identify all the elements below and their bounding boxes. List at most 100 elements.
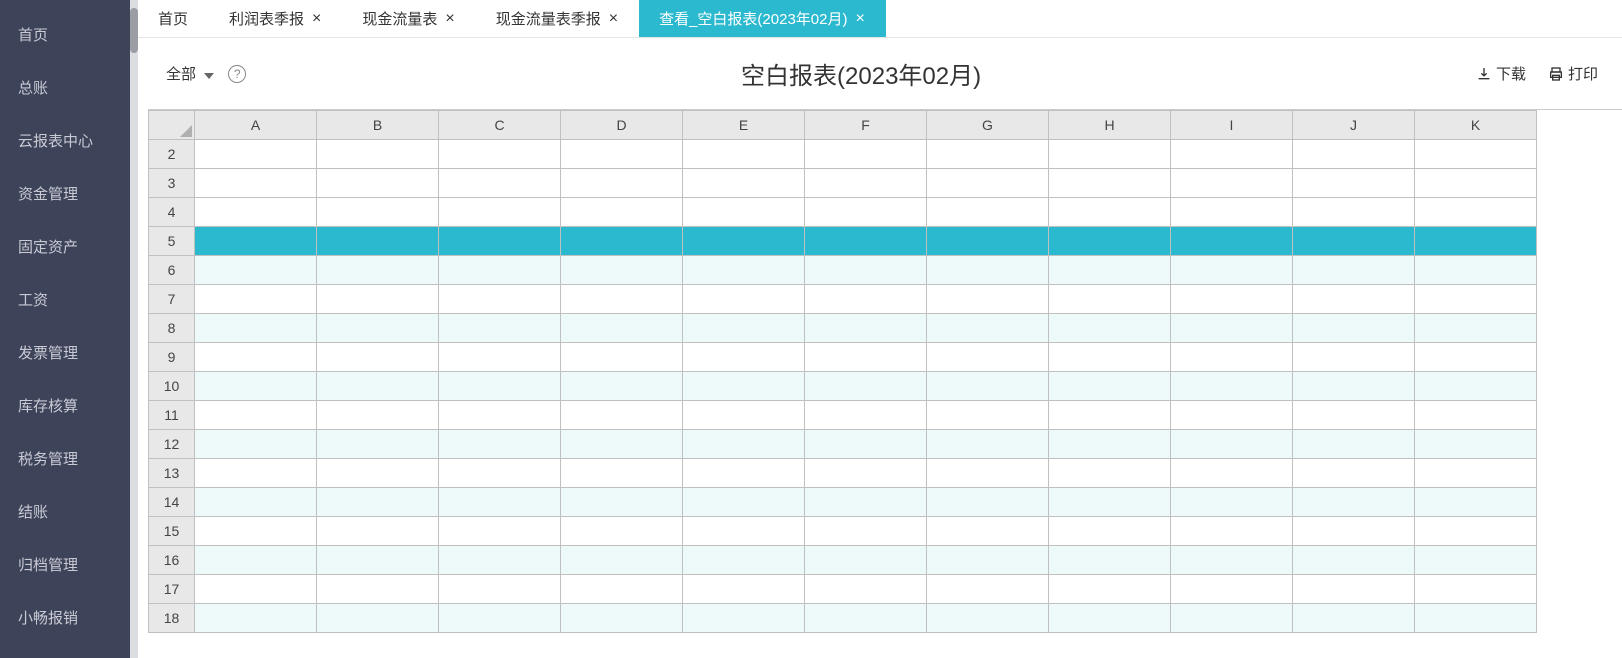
cell-E3[interactable] — [683, 169, 805, 198]
cell-I17[interactable] — [1171, 575, 1293, 604]
cell-A11[interactable] — [195, 401, 317, 430]
cell-G14[interactable] — [927, 488, 1049, 517]
cell-E2[interactable] — [683, 140, 805, 169]
cell-F11[interactable] — [805, 401, 927, 430]
column-header-K[interactable]: K — [1415, 111, 1537, 140]
cell-D7[interactable] — [561, 285, 683, 314]
cell-G2[interactable] — [927, 140, 1049, 169]
column-header-E[interactable]: E — [683, 111, 805, 140]
cell-K14[interactable] — [1415, 488, 1537, 517]
cell-D10[interactable] — [561, 372, 683, 401]
close-icon[interactable]: × — [609, 11, 618, 27]
cell-G10[interactable] — [927, 372, 1049, 401]
cell-B18[interactable] — [317, 604, 439, 633]
cell-H9[interactable] — [1049, 343, 1171, 372]
cell-H15[interactable] — [1049, 517, 1171, 546]
cell-J12[interactable] — [1293, 430, 1415, 459]
cell-B6[interactable] — [317, 256, 439, 285]
cell-D18[interactable] — [561, 604, 683, 633]
cell-B16[interactable] — [317, 546, 439, 575]
cell-B5[interactable] — [317, 227, 439, 256]
cell-B12[interactable] — [317, 430, 439, 459]
close-icon[interactable]: × — [445, 11, 454, 27]
cell-I16[interactable] — [1171, 546, 1293, 575]
cell-E17[interactable] — [683, 575, 805, 604]
cell-G17[interactable] — [927, 575, 1049, 604]
cell-E12[interactable] — [683, 430, 805, 459]
row-header-18[interactable]: 18 — [149, 604, 195, 633]
cell-A14[interactable] — [195, 488, 317, 517]
cell-E5[interactable] — [683, 227, 805, 256]
row-header-15[interactable]: 15 — [149, 517, 195, 546]
cell-D3[interactable] — [561, 169, 683, 198]
cell-G4[interactable] — [927, 198, 1049, 227]
cell-G11[interactable] — [927, 401, 1049, 430]
filter-dropdown[interactable]: 全部 — [166, 63, 214, 84]
sidebar-item-7[interactable]: 库存核算 — [0, 379, 130, 432]
sidebar-item-8[interactable]: 税务管理 — [0, 432, 130, 485]
row-header-7[interactable]: 7 — [149, 285, 195, 314]
cell-J2[interactable] — [1293, 140, 1415, 169]
cell-E16[interactable] — [683, 546, 805, 575]
cell-H4[interactable] — [1049, 198, 1171, 227]
cell-F17[interactable] — [805, 575, 927, 604]
cell-D12[interactable] — [561, 430, 683, 459]
cell-G8[interactable] — [927, 314, 1049, 343]
cell-D11[interactable] — [561, 401, 683, 430]
column-header-I[interactable]: I — [1171, 111, 1293, 140]
column-header-G[interactable]: G — [927, 111, 1049, 140]
cell-A3[interactable] — [195, 169, 317, 198]
cell-D6[interactable] — [561, 256, 683, 285]
cell-H2[interactable] — [1049, 140, 1171, 169]
cell-I6[interactable] — [1171, 256, 1293, 285]
cell-K2[interactable] — [1415, 140, 1537, 169]
cell-J18[interactable] — [1293, 604, 1415, 633]
cell-F15[interactable] — [805, 517, 927, 546]
cell-C8[interactable] — [439, 314, 561, 343]
cell-E18[interactable] — [683, 604, 805, 633]
cell-E6[interactable] — [683, 256, 805, 285]
print-button[interactable]: 打印 — [1548, 63, 1598, 84]
cell-I10[interactable] — [1171, 372, 1293, 401]
cell-K11[interactable] — [1415, 401, 1537, 430]
cell-B15[interactable] — [317, 517, 439, 546]
cell-I9[interactable] — [1171, 343, 1293, 372]
cell-J6[interactable] — [1293, 256, 1415, 285]
cell-H5[interactable] — [1049, 227, 1171, 256]
cell-J5[interactable] — [1293, 227, 1415, 256]
cell-K10[interactable] — [1415, 372, 1537, 401]
row-header-10[interactable]: 10 — [149, 372, 195, 401]
cell-F5[interactable] — [805, 227, 927, 256]
cell-B9[interactable] — [317, 343, 439, 372]
spreadsheet[interactable]: ABCDEFGHIJK23456789101112131415161718 — [148, 109, 1622, 658]
column-header-C[interactable]: C — [439, 111, 561, 140]
cell-A6[interactable] — [195, 256, 317, 285]
sidebar-item-10[interactable]: 归档管理 — [0, 538, 130, 591]
cell-C9[interactable] — [439, 343, 561, 372]
sidebar-item-9[interactable]: 结账 — [0, 485, 130, 538]
cell-F14[interactable] — [805, 488, 927, 517]
tab-2[interactable]: 现金流量表× — [342, 0, 475, 37]
cell-E13[interactable] — [683, 459, 805, 488]
cell-I18[interactable] — [1171, 604, 1293, 633]
sidebar-scroll-thumb[interactable] — [130, 8, 138, 53]
cell-H13[interactable] — [1049, 459, 1171, 488]
cell-H10[interactable] — [1049, 372, 1171, 401]
cell-A13[interactable] — [195, 459, 317, 488]
cell-I12[interactable] — [1171, 430, 1293, 459]
cell-G13[interactable] — [927, 459, 1049, 488]
close-icon[interactable]: × — [312, 11, 321, 27]
sheet-grid[interactable]: ABCDEFGHIJK23456789101112131415161718 — [148, 110, 1537, 633]
cell-G5[interactable] — [927, 227, 1049, 256]
cell-I7[interactable] — [1171, 285, 1293, 314]
cell-C16[interactable] — [439, 546, 561, 575]
cell-J7[interactable] — [1293, 285, 1415, 314]
cell-J9[interactable] — [1293, 343, 1415, 372]
cell-H17[interactable] — [1049, 575, 1171, 604]
cell-D9[interactable] — [561, 343, 683, 372]
cell-C13[interactable] — [439, 459, 561, 488]
cell-B11[interactable] — [317, 401, 439, 430]
cell-F13[interactable] — [805, 459, 927, 488]
cell-C3[interactable] — [439, 169, 561, 198]
cell-A8[interactable] — [195, 314, 317, 343]
